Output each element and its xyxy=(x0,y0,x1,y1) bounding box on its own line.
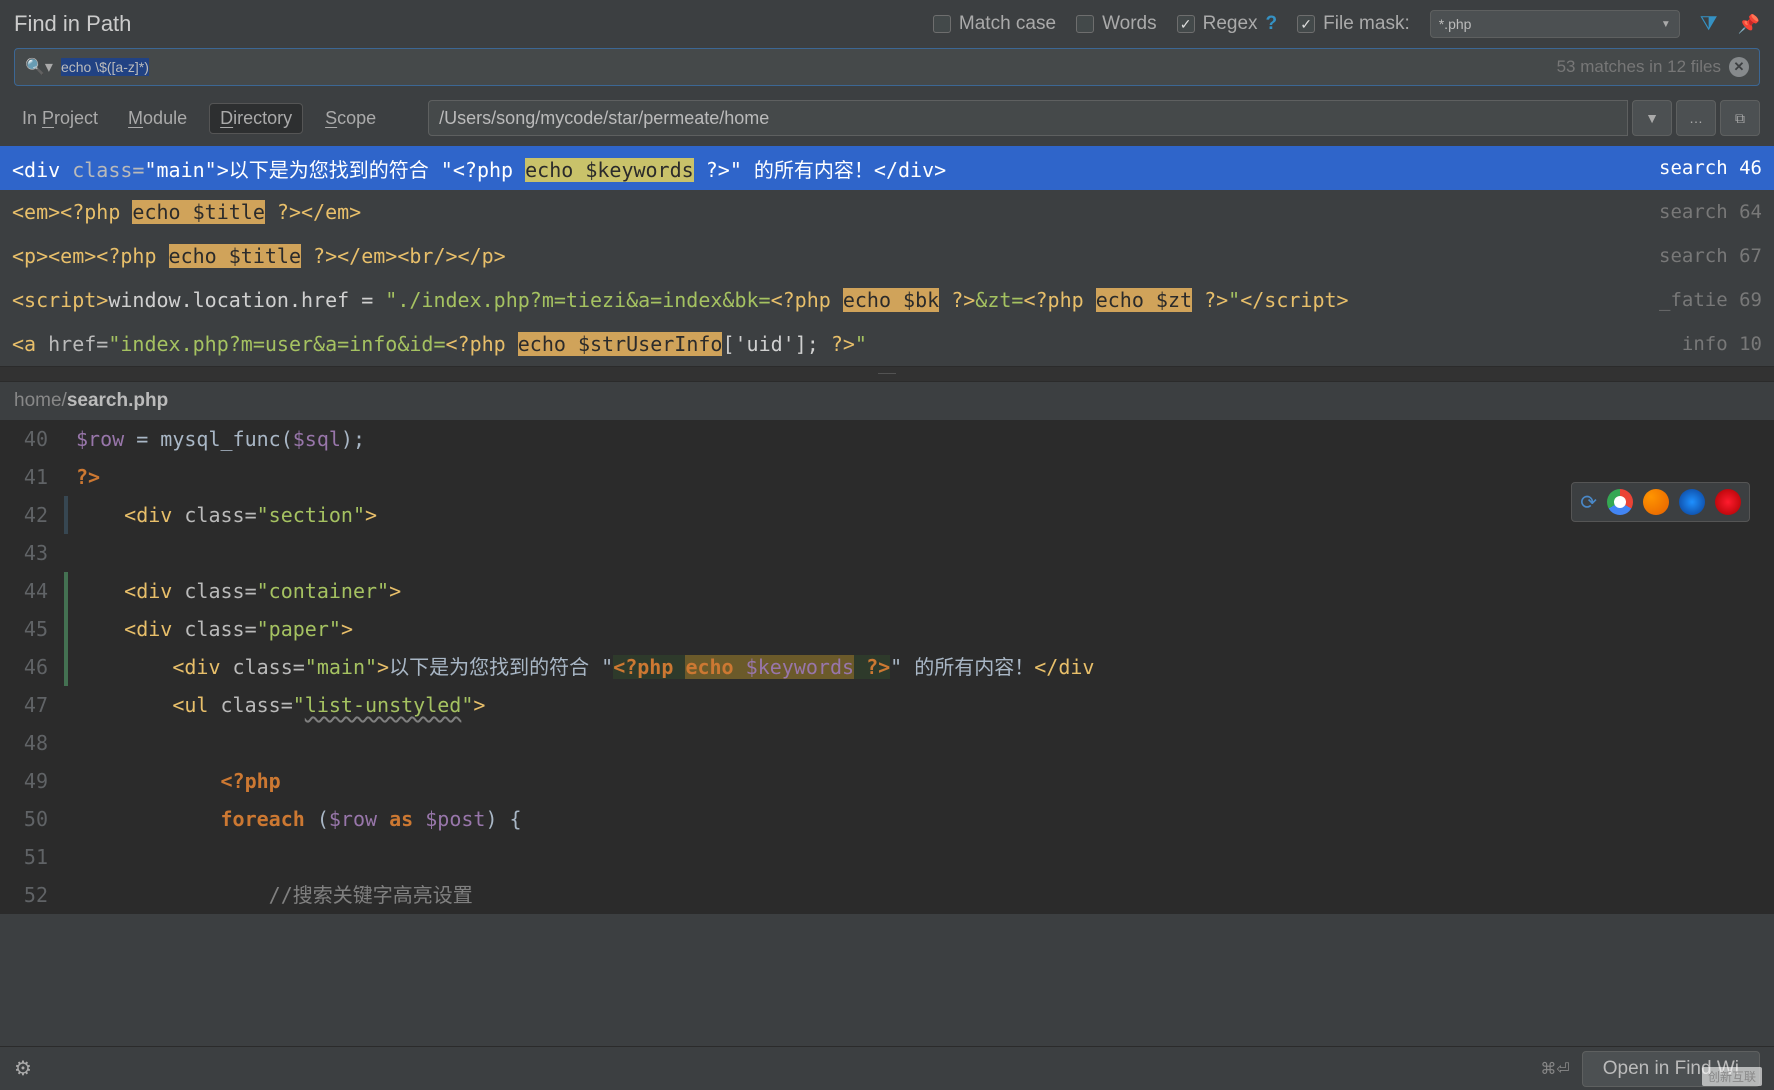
scope-module[interactable]: Module xyxy=(120,104,195,133)
chevron-down-icon: ▼ xyxy=(1661,19,1671,30)
file-mask-dropdown[interactable]: *.php▼ xyxy=(1430,10,1680,38)
result-file: search 67 xyxy=(1639,245,1762,267)
browse-button[interactable]: … xyxy=(1676,100,1716,136)
search-input[interactable]: echo \$([a-z]*) xyxy=(61,58,149,76)
filter-icon[interactable]: ⧩ xyxy=(1700,13,1718,36)
code-preview[interactable]: 40$row = mysql_func($sql); 41?> 42 <div … xyxy=(0,420,1774,914)
result-file: info 10 xyxy=(1662,333,1762,355)
search-icon: 🔍▾ xyxy=(25,57,53,77)
firefox-icon[interactable] xyxy=(1643,489,1669,515)
scope-scope[interactable]: Scope xyxy=(317,104,384,133)
regex-checkbox[interactable]: Regex ? xyxy=(1177,13,1278,35)
words-checkbox[interactable]: Words xyxy=(1076,13,1157,35)
result-file: search 64 xyxy=(1639,201,1762,223)
result-file: _fatie 69 xyxy=(1639,289,1762,311)
dialog-title: Find in Path xyxy=(14,11,913,37)
watermark: 创新互联 xyxy=(1702,1067,1762,1086)
scope-directory[interactable]: Directory xyxy=(209,103,303,134)
match-case-checkbox[interactable]: Match case xyxy=(933,13,1056,35)
browser-preview-bar: ⟳ xyxy=(1571,482,1750,522)
safari-icon[interactable] xyxy=(1679,489,1705,515)
shortcut-hint: ⌘⏎ xyxy=(1540,1059,1569,1079)
clear-icon[interactable]: ✕ xyxy=(1729,57,1749,77)
project-tree-button[interactable]: ⧉ xyxy=(1720,100,1760,136)
result-row[interactable]: <em><?php echo $title ?></em> search 64 xyxy=(0,190,1774,234)
result-row[interactable]: <div class="main">以下是为您找到的符合 "<?php echo… xyxy=(0,146,1774,190)
result-row[interactable]: <script>window.location.href = "./index.… xyxy=(0,278,1774,322)
result-row[interactable]: <a href="index.php?m=user&a=info&id=<?ph… xyxy=(0,322,1774,366)
chrome-icon[interactable] xyxy=(1607,489,1633,515)
ide-preview-icon[interactable]: ⟳ xyxy=(1580,490,1597,514)
file-mask-checkbox[interactable]: File mask: xyxy=(1297,13,1410,35)
path-history-dropdown[interactable]: ▼ xyxy=(1632,100,1672,136)
match-count: 53 matches in 12 files xyxy=(1557,57,1721,77)
opera-icon[interactable] xyxy=(1715,489,1741,515)
scope-in-project[interactable]: In Project xyxy=(14,104,106,133)
result-file: search 46 xyxy=(1639,157,1762,179)
settings-icon[interactable]: ⚙ xyxy=(14,1056,32,1081)
search-field-container: 🔍▾ echo \$([a-z]*) 53 matches in 12 file… xyxy=(14,48,1760,86)
regex-help-icon[interactable]: ? xyxy=(1266,13,1278,35)
pin-icon[interactable]: 📌 xyxy=(1738,14,1760,35)
results-list: <div class="main">以下是为您找到的符合 "<?php echo… xyxy=(0,146,1774,366)
preview-file-path: home/search.php xyxy=(0,382,1774,420)
directory-path-input[interactable]: /Users/song/mycode/star/permeate/home xyxy=(428,100,1628,136)
result-row[interactable]: <p><em><?php echo $title ?></em><br/></p… xyxy=(0,234,1774,278)
results-splitter[interactable]: ┄┄┄ xyxy=(0,366,1774,382)
